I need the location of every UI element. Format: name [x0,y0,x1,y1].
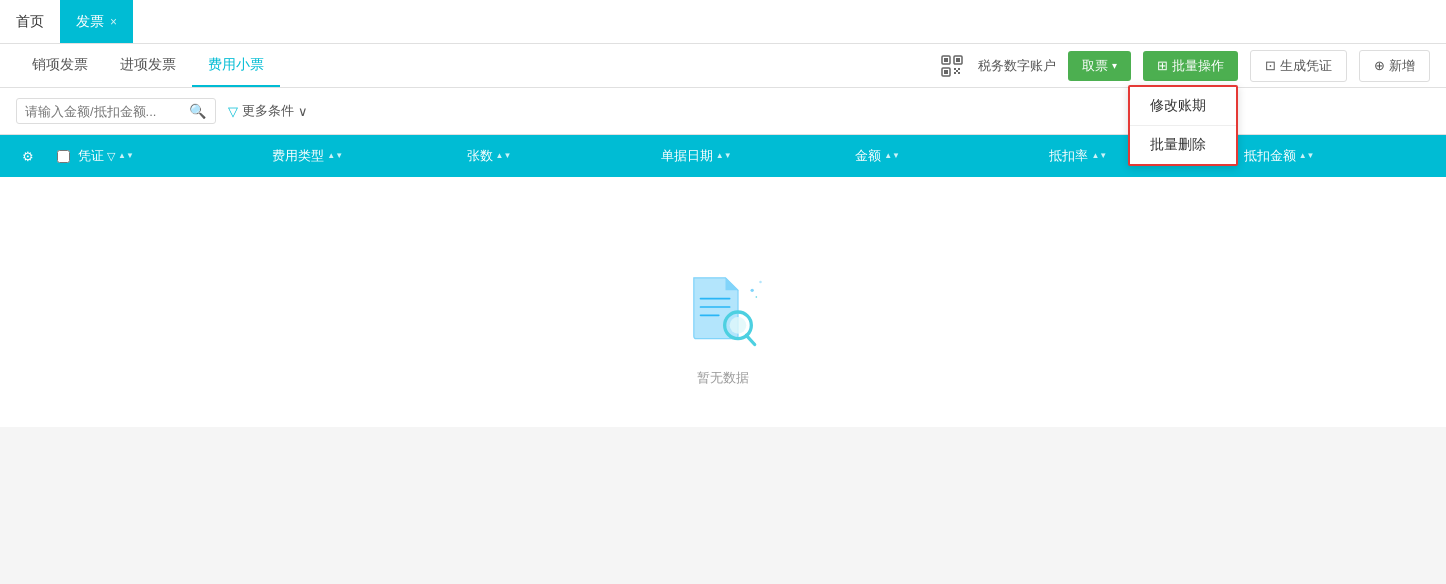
batch-delete-item[interactable]: 批量删除 [1130,125,1236,164]
svg-point-15 [730,317,747,334]
sub-nav-left: 销项发票 进项发票 费用小票 [16,44,280,87]
add-icon: ⊕ [1374,58,1385,73]
svg-rect-3 [956,58,960,62]
svg-line-16 [746,335,754,344]
th-deduct-rate-label: 抵扣率 [1049,147,1088,165]
tab-expense-ticket[interactable]: 费用小票 [192,44,280,87]
svg-point-17 [751,289,754,292]
generate-voucher-button[interactable]: ⊡ 生成凭证 [1250,50,1347,82]
th-expense-type[interactable]: 费用类型 ▲▼ [272,147,466,165]
sub-nav-right: 税务数字账户 取票 ▾ ⊞ 批量操作 修改账期 批量删除 ⊡ 生成凭证 ⊕ 新增 [938,50,1430,82]
tab-sales-invoice[interactable]: 销项发票 [16,44,104,87]
svg-point-18 [759,281,762,284]
modify-period-item[interactable]: 修改账期 [1130,87,1236,125]
more-conditions-label: 更多条件 [242,102,294,120]
table-settings-icon[interactable]: ⚙ [8,149,48,164]
th-count-sort[interactable]: ▲▼ [496,152,512,160]
svg-rect-10 [956,70,958,72]
select-all-checkbox[interactable] [57,150,70,163]
th-expense-type-label: 费用类型 [272,147,324,165]
add-button[interactable]: ⊕ 新增 [1359,50,1430,82]
svg-rect-7 [958,68,960,70]
nav-tab-label: 发票 [76,13,104,31]
take-ticket-button[interactable]: 取票 ▾ [1068,51,1131,81]
voucher-icon: ⊡ [1265,58,1276,73]
take-ticket-label: 取票 [1082,57,1108,75]
qr-icon[interactable] [938,52,966,80]
top-nav: 首页 发票 × [0,0,1446,44]
th-amount[interactable]: 金额 ▲▼ [855,147,1049,165]
nav-tab-close[interactable]: × [110,15,117,29]
svg-rect-8 [954,72,956,74]
table-select-all[interactable] [48,150,78,163]
sub-nav: 销项发票 进项发票 费用小票 税务数字账户 取票 ▾ [0,44,1446,88]
tax-digital-account[interactable]: 税务数字账户 [978,57,1056,75]
svg-rect-9 [958,72,960,74]
svg-point-19 [756,296,758,298]
th-date-label: 单据日期 [661,147,713,165]
take-ticket-chevron: ▾ [1112,60,1117,71]
nav-tab-invoice[interactable]: 发票 × [60,0,133,43]
nav-home[interactable]: 首页 [0,0,60,43]
empty-text: 暂无数据 [697,369,749,387]
th-amount-sort[interactable]: ▲▼ [884,152,900,160]
empty-icon [673,257,773,357]
search-input-wrap: 🔍 [16,98,216,124]
more-conditions-chevron: ∨ [298,104,308,119]
th-deduct-amount[interactable]: 抵扣金额 ▲▼ [1244,147,1438,165]
batch-operation-button[interactable]: ⊞ 批量操作 [1143,51,1238,81]
svg-rect-1 [944,58,948,62]
th-count-label: 张数 [467,147,493,165]
batch-operation-wrapper: ⊞ 批量操作 修改账期 批量删除 [1143,51,1238,81]
batch-icon: ⊞ [1157,58,1168,73]
add-label: 新增 [1389,57,1415,75]
th-voucher[interactable]: 凭证 ▽ ▲▼ [78,147,272,165]
th-deduct-rate-sort[interactable]: ▲▼ [1091,152,1107,160]
th-amount-label: 金额 [855,147,881,165]
batch-label: 批量操作 [1172,57,1224,75]
more-conditions-button[interactable]: ▽ 更多条件 ∨ [228,102,308,120]
svg-rect-6 [954,68,956,70]
tab-income-invoice[interactable]: 进项发票 [104,44,192,87]
th-count[interactable]: 张数 ▲▼ [467,147,661,165]
batch-dropdown-menu: 修改账期 批量删除 [1128,85,1238,166]
svg-rect-5 [944,70,948,74]
filter-icon: ▽ [228,104,238,119]
empty-state: 暂无数据 [0,177,1446,427]
th-deduct-amount-label: 抵扣金额 [1244,147,1296,165]
th-voucher-label: 凭证 [78,147,104,165]
th-voucher-sort[interactable]: ▲▼ [118,152,134,160]
search-icon[interactable]: 🔍 [189,103,206,119]
th-date[interactable]: 单据日期 ▲▼ [661,147,855,165]
th-date-sort[interactable]: ▲▼ [716,152,732,160]
th-expense-type-sort[interactable]: ▲▼ [327,152,343,160]
th-voucher-filter-icon: ▽ [107,150,115,163]
voucher-label: 生成凭证 [1280,57,1332,75]
search-input[interactable] [25,104,185,119]
th-deduct-amount-sort[interactable]: ▲▼ [1299,152,1315,160]
